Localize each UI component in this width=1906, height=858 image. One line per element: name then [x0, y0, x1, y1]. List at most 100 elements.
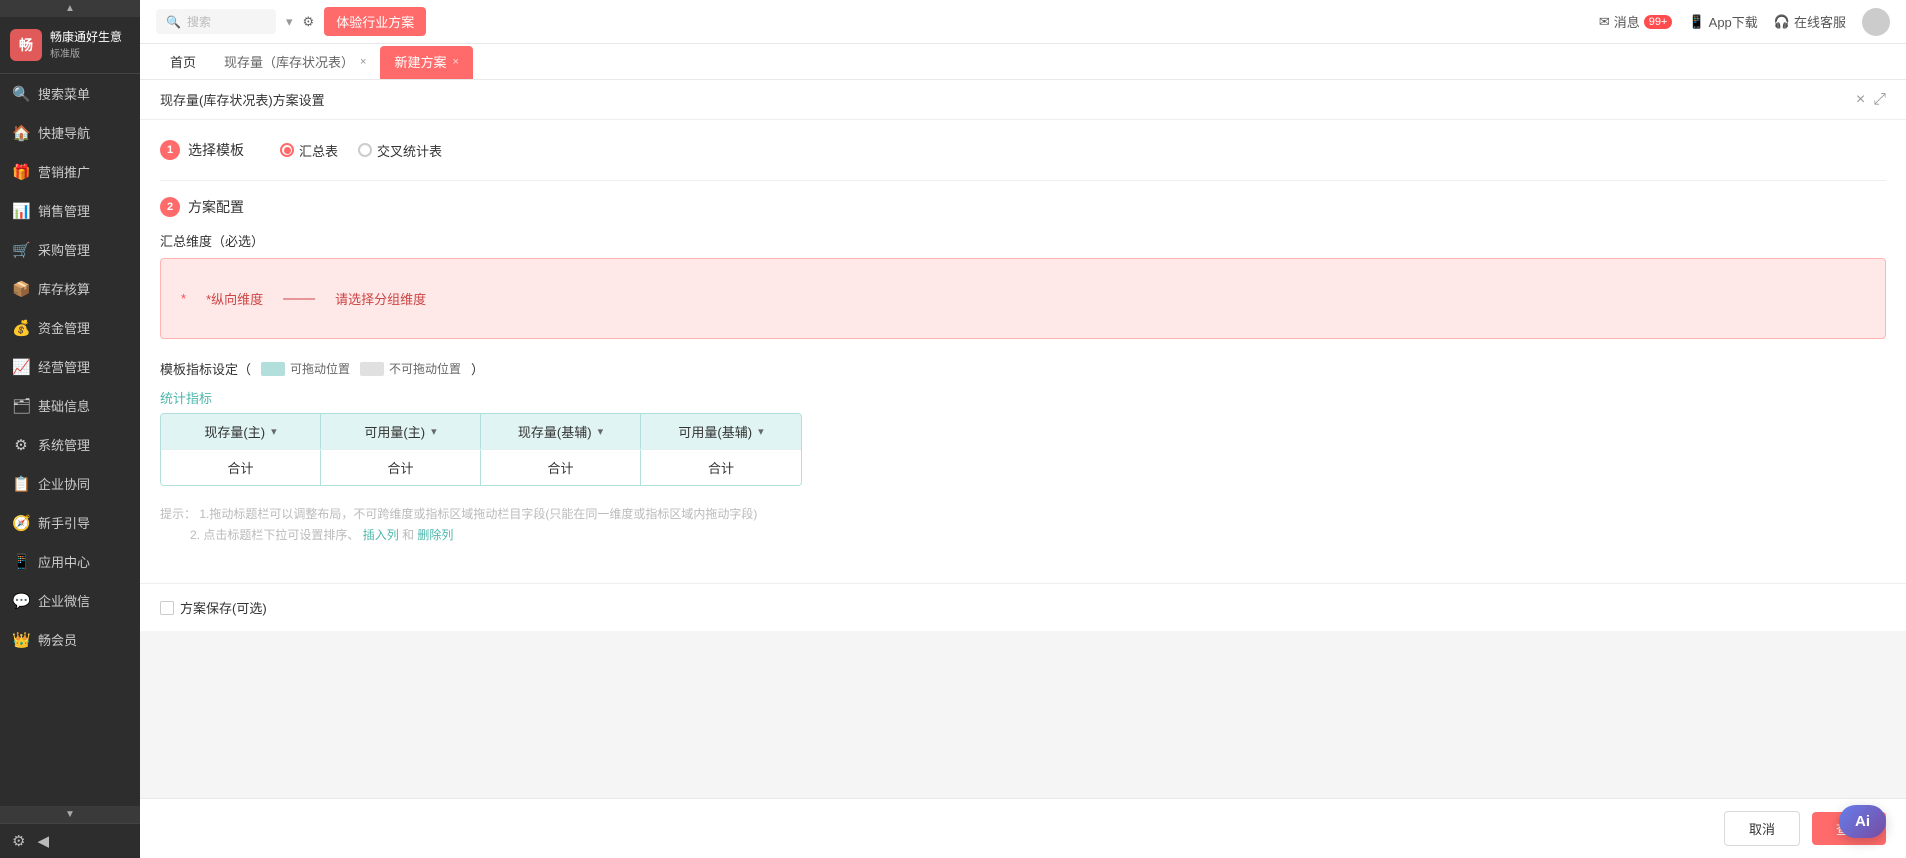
sidebar-scroll-up[interactable]: ▲ [0, 0, 140, 17]
sidebar-item-system[interactable]: ⚙ 系统管理 [0, 425, 140, 464]
tab-inventory[interactable]: 现存量（库存状况表） × [210, 46, 380, 79]
tip2-link1[interactable]: 插入列 [363, 528, 399, 542]
app-name: 畅康通好生意 [50, 30, 122, 46]
sidebar-item-shortcuts[interactable]: 🏠 快捷导航 [0, 113, 140, 152]
step2-badge: 2 [160, 197, 180, 217]
stats-col-3-name: 现存量(基辅) [518, 422, 592, 441]
search-icon: 🔍 [12, 85, 30, 103]
user-avatar[interactable] [1862, 8, 1890, 36]
tab-home-label: 首页 [170, 52, 196, 71]
sidebar-item-purchase-label: 采购管理 [38, 240, 90, 259]
sidebar-item-inventory[interactable]: 📦 库存核算 [0, 269, 140, 308]
online-support-btn[interactable]: 🎧 在线客服 [1774, 12, 1846, 31]
tab-new-plan-close[interactable]: × [452, 56, 458, 68]
sidebar-item-system-label: 系统管理 [38, 435, 90, 454]
stats-header-row: 现存量(主) ▾ 可用量(主) ▾ 现存量(基辅) ▾ [161, 414, 801, 449]
radio-cross[interactable]: 交叉统计表 [358, 141, 442, 160]
stats-title: 统计指标 [160, 388, 1886, 407]
trial-btn[interactable]: 体验行业方案 [324, 7, 426, 36]
sidebar-item-operations[interactable]: 📈 经营管理 [0, 347, 140, 386]
sidebar-scroll-down[interactable]: ▼ [0, 806, 140, 823]
tip2-and: 和 [402, 528, 414, 542]
stats-col-1-summary: 合计 [227, 458, 253, 477]
settings-icon[interactable]: ⚙ [12, 832, 25, 850]
footer-bar: 取消 查询 [140, 798, 1906, 858]
top-bar-dropdown-icon[interactable]: ▾ [286, 14, 293, 30]
sidebar-item-basic[interactable]: 🗂 基础信息 [0, 386, 140, 425]
stats-col-3-data: 合计 [481, 450, 641, 485]
ai-float-button[interactable]: Ai [1839, 805, 1886, 838]
tip2: 2. 点击标题栏下拉可设置排序、 插入列 和 删除列 [160, 526, 1886, 543]
tip2-prefix: 2. 点击标题栏下拉可设置排序、 [190, 528, 359, 542]
save-checkbox[interactable] [160, 601, 174, 615]
stats-col-4-header[interactable]: 可用量(基辅) ▾ [641, 414, 801, 449]
tab-inventory-close[interactable]: × [360, 56, 366, 68]
download-icon: 📱 [1688, 14, 1704, 30]
basic-icon: 🗂 [12, 397, 30, 415]
search-icon-top: 🔍 [166, 15, 181, 29]
sidebar-item-member-label: 畅会员 [38, 630, 77, 649]
tip2-link2[interactable]: 删除列 [417, 528, 453, 542]
stats-col-4-summary: 合计 [708, 458, 734, 477]
cancel-button[interactable]: 取消 [1724, 811, 1800, 846]
sidebar-item-marketing[interactable]: 🎁 营销推广 [0, 152, 140, 191]
non-draggable-legend-box [360, 362, 384, 376]
stats-col-3-header[interactable]: 现存量(基辅) ▾ [481, 414, 641, 449]
sidebar: ▲ 畅 畅康通好生意 标准版 🔍 搜索菜单 🏠 快捷导航 🎁 营销推广 📊 销售… [0, 0, 140, 858]
sidebar-item-purchase[interactable]: 🛒 采购管理 [0, 230, 140, 269]
app-logo-icon: 畅 [10, 29, 42, 61]
stats-col-2-name: 可用量(主) [364, 422, 425, 441]
panel-close-btn[interactable]: × [1856, 91, 1865, 109]
sidebar-item-newuser[interactable]: 🧭 新手引导 [0, 503, 140, 542]
sidebar-item-appcenter[interactable]: 📱 应用中心 [0, 542, 140, 581]
operations-icon: 📈 [12, 358, 30, 376]
sidebar-item-contract-label: 企业协同 [38, 474, 90, 493]
tip1: 提示： 1.拖动标题栏可以调整布局，不可跨维度或指标区域拖动栏目字段(只能在同一… [160, 505, 1886, 522]
sidebar-item-finance[interactable]: 💰 资金管理 [0, 308, 140, 347]
stats-col-1-header[interactable]: 现存量(主) ▾ [161, 414, 321, 449]
online-support-label: 在线客服 [1794, 12, 1846, 31]
stats-col-1-name: 现存量(主) [204, 422, 265, 441]
draggable-legend-box [261, 362, 285, 376]
legend-non-draggable: 不可拖动位置 [360, 360, 461, 377]
stats-col-2-chevron[interactable]: ▾ [431, 425, 437, 438]
stats-col-4-chevron[interactable]: ▾ [758, 425, 764, 438]
tab-new-plan[interactable]: 新建方案 × [380, 46, 472, 79]
sales-icon: 📊 [12, 202, 30, 220]
sidebar-item-appcenter-label: 应用中心 [38, 552, 90, 571]
stats-col-1-chevron[interactable]: ▾ [271, 425, 277, 438]
tab-home[interactable]: 首页 [156, 46, 210, 79]
search-placeholder-text: 搜索 [187, 13, 211, 30]
sidebar-item-wechat-label: 企业微信 [38, 591, 90, 610]
top-search-box[interactable]: 🔍 搜索 [156, 9, 276, 34]
wechat-icon: 💬 [12, 592, 30, 610]
stats-col-1-data: 合计 [161, 450, 321, 485]
stats-col-2-header[interactable]: 可用量(主) ▾ [321, 414, 481, 449]
purchase-icon: 🛒 [12, 241, 30, 259]
stats-col-3-chevron[interactable]: ▾ [598, 425, 604, 438]
message-btn[interactable]: ✉ 消息 99+ [1599, 12, 1673, 31]
stats-table-container: 统计指标 现存量(主) ▾ 可用量(主) ▾ [160, 388, 1886, 489]
tip2-indent [160, 528, 187, 542]
sidebar-item-sales-label: 销售管理 [38, 201, 90, 220]
tip1-label: 提示： [160, 507, 196, 521]
panel-resize-btn[interactable]: ⤢ [1873, 91, 1886, 109]
sidebar-item-sales[interactable]: 📊 销售管理 [0, 191, 140, 230]
stats-table: 现存量(主) ▾ 可用量(主) ▾ 现存量(基辅) ▾ [160, 413, 802, 486]
sidebar-search[interactable]: 🔍 搜索菜单 [0, 74, 140, 113]
content-area: 现存量(库存状况表)方案设置 × ⤢ 1 选择模板 汇总表 [140, 80, 1906, 798]
collapse-icon[interactable]: ◀ [37, 832, 49, 850]
system-icon: ⚙ [12, 436, 30, 454]
dimension-pink-box[interactable]: * *纵向维度 —— 请选择分组维度 [160, 258, 1886, 339]
radio-summary[interactable]: 汇总表 [280, 141, 338, 160]
sidebar-item-wechat[interactable]: 💬 企业微信 [0, 581, 140, 620]
message-icon: ✉ [1599, 14, 1610, 30]
stats-col-4-data: 合计 [641, 450, 801, 485]
sidebar-item-contract[interactable]: 📋 企业协同 [0, 464, 140, 503]
sidebar-item-member[interactable]: 👑 畅会员 [0, 620, 140, 659]
dimension-area: 汇总维度（必选） * *纵向维度 —— 请选择分组维度 [160, 231, 1886, 339]
settings-gear-icon[interactable]: ⚙ [303, 14, 315, 30]
app-download-btn[interactable]: 📱 App下载 [1688, 12, 1757, 31]
dim-placeholder: 请选择分组维度 [335, 289, 426, 308]
appcenter-icon: 📱 [12, 553, 30, 571]
